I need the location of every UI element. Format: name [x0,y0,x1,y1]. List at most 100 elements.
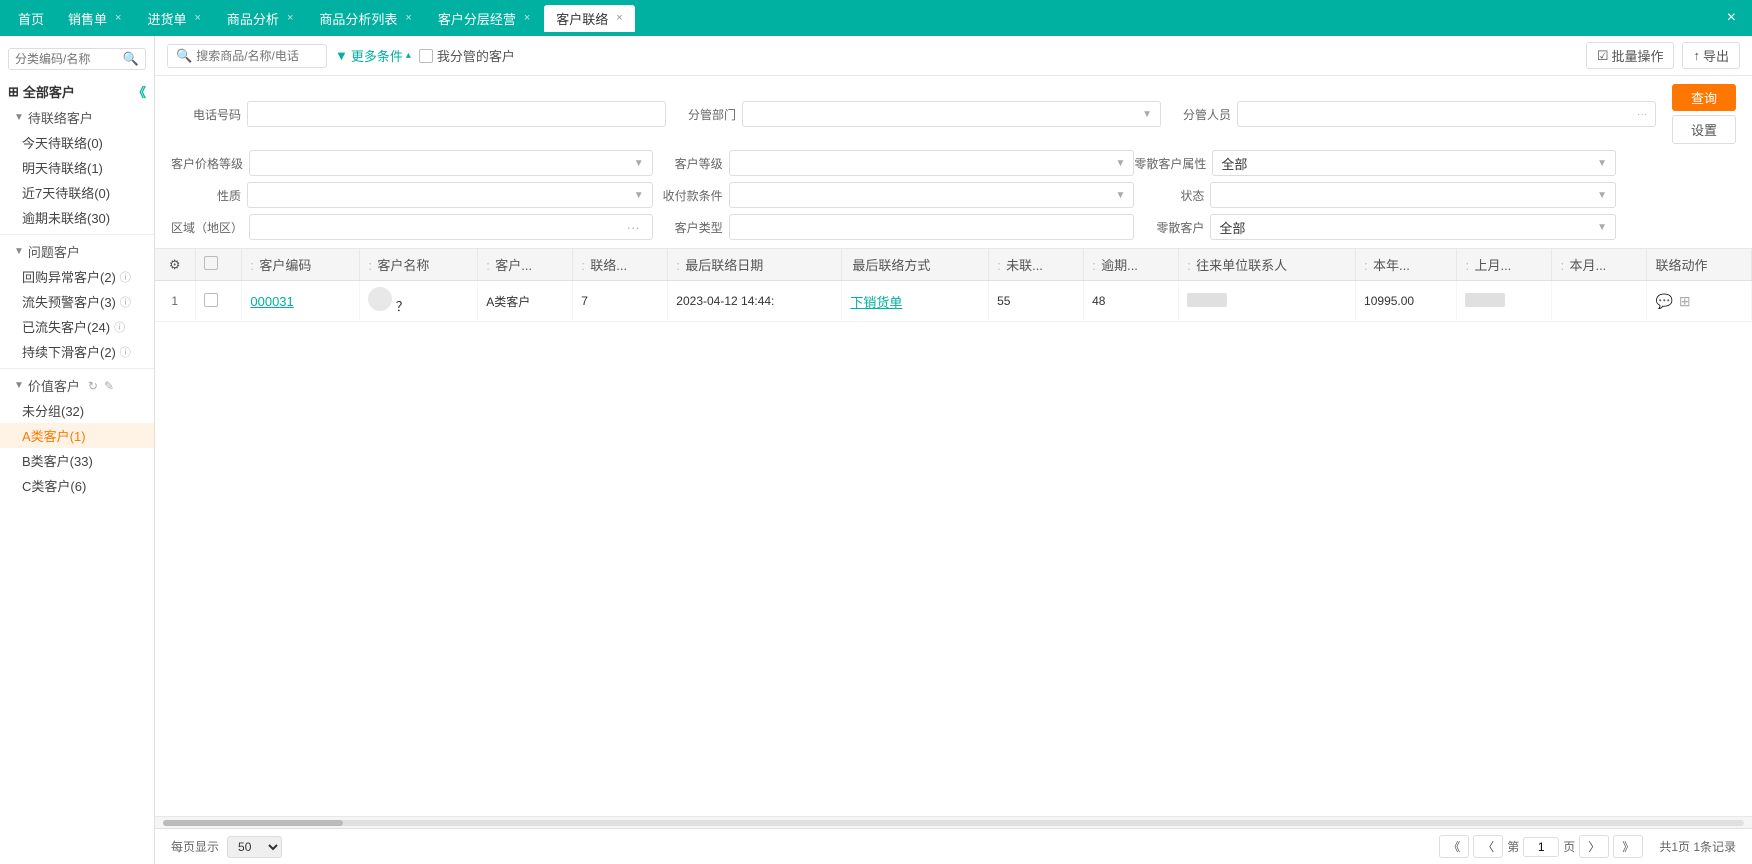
my-customers-check[interactable]: 我分管的客户 [419,46,515,65]
search-input[interactable] [196,49,316,63]
th-last-date[interactable]: : 最后联络日期 [668,249,842,281]
sidebar-search-wrap[interactable]: 🔍 [8,48,146,70]
more-conditions-btn[interactable]: ▼ 更多条件 ▴ [335,46,411,65]
batch-operation-btn[interactable]: ☑ 批量操作 [1586,42,1675,69]
status-chevron-icon: ▼ [1597,190,1607,201]
sidebar-group-pending[interactable]: ▼ 待联络客户 [0,105,154,130]
dept-label: 分管部门 [666,106,736,123]
th-this-year[interactable]: : 本年... [1356,249,1457,281]
close-tab-purchase[interactable]: × [194,12,200,24]
sidebar-item-lost[interactable]: 已流失客户(24) ⓘ [0,314,154,339]
th-contacts-person[interactable]: : 往来单位联系人 [1179,249,1356,281]
home-tab[interactable]: 首页 [8,5,54,32]
th-overdue[interactable]: : 逾期... [1084,249,1179,281]
sidebar-item-class-a[interactable]: A类客户(1) [0,423,154,448]
sidebar-item-7days[interactable]: 近7天待联络(0) [0,180,154,205]
first-page-btn[interactable]: 《 [1439,835,1469,858]
status-select[interactable]: ▼ [1210,182,1616,208]
tab-analysis-list[interactable]: 商品分析列表 × [307,5,423,32]
scrollbar-track[interactable] [163,820,1744,826]
tab-sales[interactable]: 销售单 × [56,5,133,32]
sidebar-item-tomorrow[interactable]: 明天待联络(1) [0,155,154,180]
per-page-select[interactable]: 50 20 100 [227,836,282,858]
sidebar-item-declining[interactable]: 持续下滑客户(2) ⓘ [0,339,154,364]
th-type[interactable]: : 客户... [478,249,573,281]
grade-select[interactable]: ▼ [729,150,1135,176]
filter-row-1: 电话号码 分管部门 ▼ 分管人员 ··· [171,84,1736,144]
my-customers-checkbox[interactable] [419,49,433,63]
sidebar-item-overdue[interactable]: 逾期未联络(30) [0,205,154,230]
retail-select[interactable]: 全部 ▼ [1210,214,1616,240]
person-select[interactable]: ··· [1237,101,1656,127]
filter-bar: 🔍 ▼ 更多条件 ▴ 我分管的客户 ☑ 批量操作 ↑ 导出 [155,36,1752,76]
page-number-input[interactable] [1523,837,1559,857]
message-icon[interactable]: 💬 [1655,293,1672,310]
sidebar-search-input[interactable] [15,52,123,66]
type-select[interactable] [729,214,1135,240]
close-all-tabs[interactable]: × [1719,5,1744,31]
sidebar-collapse-btn[interactable]: 《 [133,82,146,101]
td-no-contact: 55 [989,281,1084,322]
query-btn[interactable]: 查询 [1672,84,1736,111]
th-this-month[interactable]: : 本月... [1552,249,1647,281]
close-tab-customer-tier[interactable]: × [524,12,530,24]
all-customers-header: ⊞ 全部客户 《 [0,78,154,105]
sidebar-item-abnormal[interactable]: 回购异常客户(2) ⓘ [0,264,154,289]
last-page-btn[interactable]: 》 [1613,835,1643,858]
tab-purchase[interactable]: 进货单 × [135,5,212,32]
setting-btn[interactable]: 设置 [1672,115,1736,144]
sidebar-item-today[interactable]: 今天待联络(0) [0,130,154,155]
sidebar-group-problem[interactable]: ▼ 问题客户 [0,239,154,264]
close-tab-analysis[interactable]: × [287,12,293,24]
retail-attr-select[interactable]: 全部 ▼ [1212,150,1616,176]
th-gear[interactable]: ⚙ [155,249,195,281]
type-label: 客户类型 [653,219,723,236]
th-code[interactable]: : 客户编码 [242,249,360,281]
select-all-checkbox[interactable] [204,256,218,270]
close-tab-analysis-list[interactable]: × [405,12,411,24]
th-checkbox[interactable] [195,249,242,281]
th-name[interactable]: : 客户名称 [360,249,478,281]
sidebar-item-warning[interactable]: 流失预警客户(3) ⓘ [0,289,154,314]
pay-select[interactable]: ▼ [729,182,1135,208]
close-tab-customer-contact[interactable]: × [616,12,622,24]
info-icon-1: ⓘ [120,269,131,285]
chevron-down-icon: ▴ [406,50,411,61]
search-wrap[interactable]: 🔍 [167,44,327,68]
td-last-method[interactable]: 下销货单 [842,281,989,322]
scrollbar-thumb[interactable] [163,820,343,826]
prev-page-btn[interactable]: 〈 [1473,835,1503,858]
filter-retail-attr: 零散客户属性 全部 ▼ [1134,150,1616,176]
dept-select[interactable]: ▼ [742,101,1161,127]
horizontal-scrollbar[interactable] [155,816,1752,828]
th-last-month[interactable]: : 上月... [1457,249,1552,281]
filter-status: 状态 ▼ [1134,182,1616,208]
sidebar-item-class-b[interactable]: B类客户(33) [0,448,154,473]
query-btn-group: 查询 设置 [1672,84,1736,144]
th-contact[interactable]: : 联络... [573,249,668,281]
edit-icon[interactable]: ✎ [104,379,114,393]
sidebar-item-class-c[interactable]: C类客户(6) [0,473,154,498]
th-no-contact[interactable]: : 未联... [989,249,1084,281]
table-header-row: ⚙ : 客户编码 : 客户名称 [155,249,1752,281]
tab-customer-tier[interactable]: 客户分层经营 × [426,5,542,32]
region-select[interactable]: ··· [249,214,653,240]
nature-select[interactable]: ▼ [247,182,653,208]
customer-table: ⚙ : 客户编码 : 客户名称 [155,249,1752,322]
row-checkbox[interactable] [204,293,218,307]
td-code[interactable]: 000031 [242,281,360,322]
tab-customer-contact[interactable]: 客户联络 × [544,5,634,32]
region-dots-icon: ··· [623,220,644,235]
sidebar-item-ungrouped[interactable]: 未分组(32) [0,398,154,423]
close-tab-sales[interactable]: × [115,12,121,24]
qr-icon[interactable]: ⊞ [1679,293,1691,310]
th-last-method[interactable]: 最后联络方式 [842,249,989,281]
export-btn[interactable]: ↑ 导出 [1682,42,1740,69]
refresh-icon[interactable]: ↻ [88,379,98,393]
sidebar-group-value[interactable]: ▼ 价值客户 ↻ ✎ [0,373,154,398]
tab-analysis[interactable]: 商品分析 × [215,5,305,32]
price-grade-select[interactable]: ▼ [249,150,653,176]
phone-input[interactable] [247,101,666,127]
next-page-btn[interactable]: 〉 [1579,835,1609,858]
td-check[interactable] [195,281,242,322]
